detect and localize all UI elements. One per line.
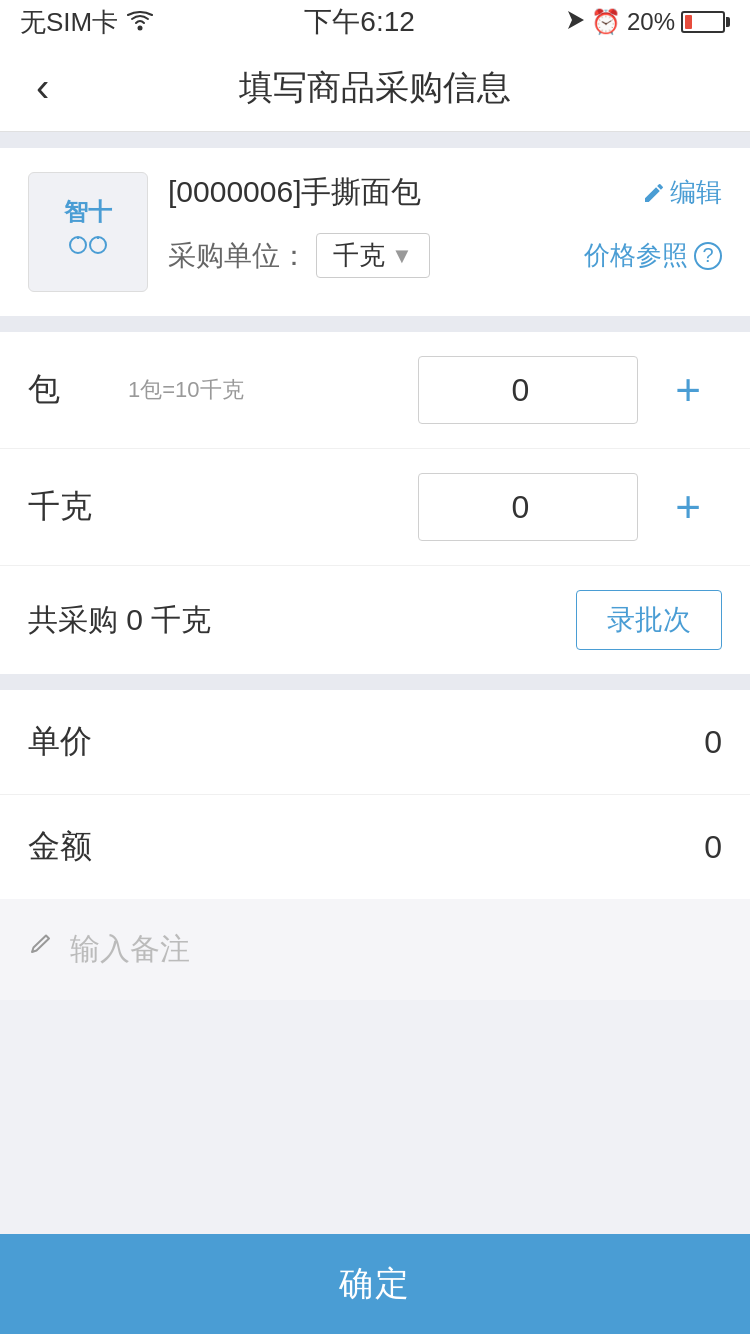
page-title: 填写商品采购信息 bbox=[239, 65, 511, 111]
summary-row: 共采购 0 千克 录批次 bbox=[0, 566, 750, 674]
svg-point-2 bbox=[90, 237, 106, 253]
help-icon: ? bbox=[694, 242, 722, 270]
remark-placeholder: 输入备注 bbox=[70, 929, 190, 970]
amount-row: 金额 0 bbox=[0, 795, 750, 899]
info-section: 单价 0 金额 0 bbox=[0, 690, 750, 899]
kg-plus-button[interactable]: + bbox=[654, 473, 722, 541]
unit-price-row: 单价 0 bbox=[0, 690, 750, 795]
price-ref-button[interactable]: 价格参照 ? bbox=[584, 238, 722, 273]
section-divider-bottom bbox=[0, 674, 750, 690]
confirm-btn-wrapper: 确定 bbox=[0, 1234, 750, 1334]
product-card: 智十 [0000006]手撕面包 编辑 bbox=[0, 148, 750, 316]
bao-input-row: 包 1包=10千克 + bbox=[0, 332, 750, 449]
input-section: 包 1包=10千克 + 千克 + bbox=[0, 332, 750, 566]
svg-point-0 bbox=[138, 25, 143, 30]
section-divider-mid bbox=[0, 316, 750, 332]
edit-label: 编辑 bbox=[670, 175, 722, 210]
product-logo: 智十 bbox=[64, 198, 112, 266]
carrier-label: 无SIM卡 bbox=[20, 5, 118, 40]
status-left: 无SIM卡 bbox=[20, 5, 154, 40]
section-divider-top bbox=[0, 132, 750, 148]
unit-row: 采购单位： 千克 ▼ 价格参照 ? bbox=[168, 233, 722, 278]
status-right: ⏰ 20% bbox=[565, 8, 730, 36]
location-icon bbox=[565, 8, 585, 36]
product-info: [0000006]手撕面包 编辑 采购单位： 千克 ▼ 价格 bbox=[168, 172, 722, 278]
svg-point-1 bbox=[70, 237, 86, 253]
kg-input[interactable] bbox=[418, 473, 638, 541]
unit-value: 千克 bbox=[333, 238, 385, 273]
unit-price-value: 0 bbox=[704, 724, 722, 761]
nav-bar: ‹ 填写商品采购信息 bbox=[0, 44, 750, 132]
battery-icon bbox=[681, 11, 730, 33]
dropdown-icon: ▼ bbox=[391, 243, 413, 269]
unit-select[interactable]: 千克 ▼ bbox=[316, 233, 430, 278]
kg-input-row: 千克 + bbox=[0, 449, 750, 566]
status-bar: 无SIM卡 下午6:12 ⏰ 20% bbox=[0, 0, 750, 44]
product-image: 智十 bbox=[28, 172, 148, 292]
unit-label: 采购单位： bbox=[168, 237, 308, 275]
batch-button[interactable]: 录批次 bbox=[576, 590, 722, 650]
amount-value: 0 bbox=[704, 829, 722, 866]
product-name-row: [0000006]手撕面包 编辑 bbox=[168, 172, 722, 213]
remark-section[interactable]: 输入备注 bbox=[0, 899, 750, 1000]
battery-percent: 20% bbox=[627, 8, 675, 36]
summary-text: 共采购 0 千克 bbox=[28, 600, 211, 641]
pencil-icon bbox=[28, 932, 56, 967]
bao-label: 包 bbox=[28, 368, 108, 412]
amount-label: 金额 bbox=[28, 825, 92, 869]
bao-input[interactable] bbox=[418, 356, 638, 424]
wifi-icon bbox=[126, 7, 154, 38]
edit-button[interactable]: 编辑 bbox=[642, 175, 722, 210]
bao-plus-button[interactable]: + bbox=[654, 356, 722, 424]
back-icon: ‹ bbox=[36, 65, 49, 109]
confirm-button[interactable]: 确定 bbox=[0, 1234, 750, 1334]
product-name: [0000006]手撕面包 bbox=[168, 172, 421, 213]
kg-label: 千克 bbox=[28, 485, 108, 529]
bao-sub-label: 1包=10千克 bbox=[128, 375, 244, 405]
unit-price-label: 单价 bbox=[28, 720, 92, 764]
back-button[interactable]: ‹ bbox=[26, 55, 59, 120]
alarm-icon: ⏰ bbox=[591, 8, 621, 36]
status-time: 下午6:12 bbox=[304, 3, 415, 41]
price-ref-label: 价格参照 bbox=[584, 238, 688, 273]
